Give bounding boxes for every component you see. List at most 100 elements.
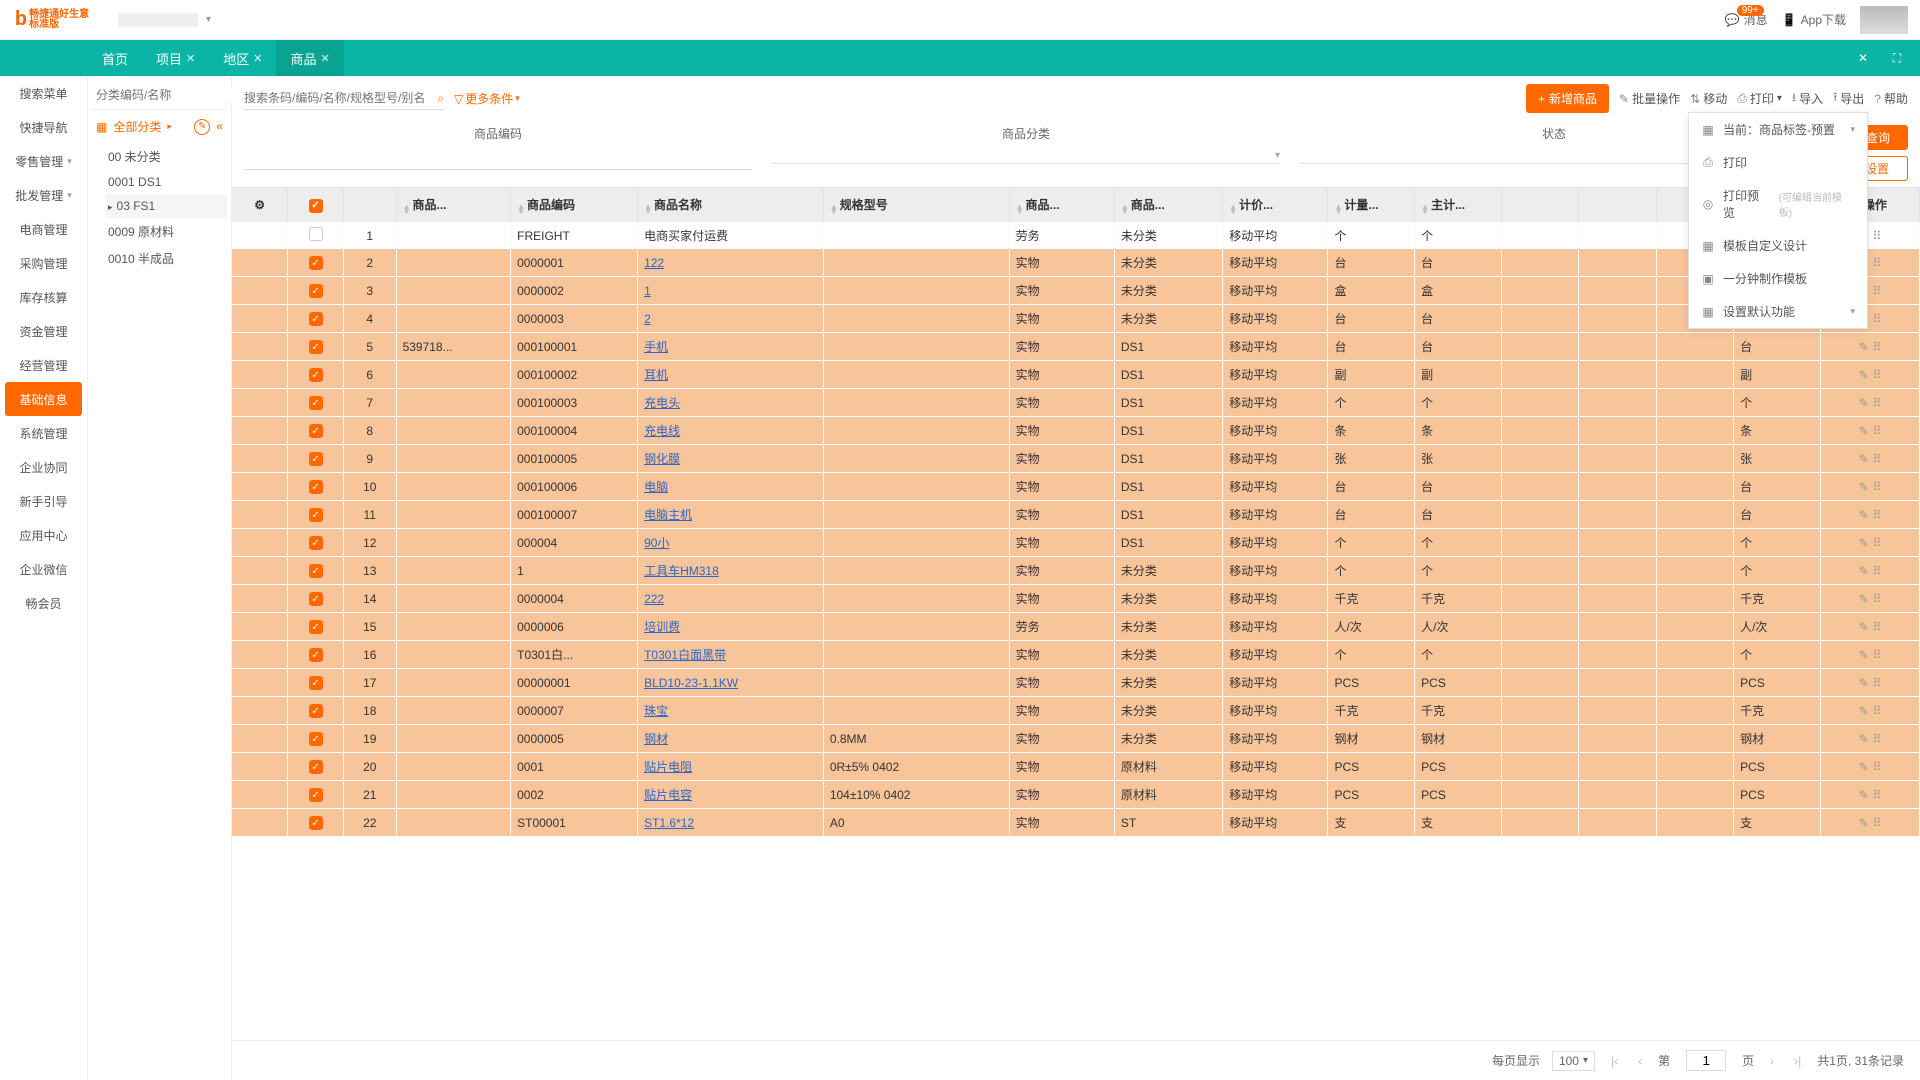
table-row[interactable]: ✓400000032实物未分类移动平均台台台✎⠿ — [232, 305, 1920, 333]
row-more-icon[interactable]: ⠿ — [1873, 788, 1882, 802]
row-checkbox[interactable]: ✓ — [309, 312, 323, 326]
table-row[interactable]: ✓10000100006电脑实物DS1移动平均台台台✎⠿ — [232, 473, 1920, 501]
row-more-icon[interactable]: ⠿ — [1873, 760, 1882, 774]
sort-icon[interactable]: ▲▼ — [830, 204, 838, 214]
sidebar-item-资金管理[interactable]: 资金管理 — [0, 314, 87, 348]
row-checkbox[interactable]: ✓ — [309, 536, 323, 550]
table-row[interactable]: ✓200001贴片电阻0R±5% 0402实物原材料移动平均PCSPCSPCS✎… — [232, 753, 1920, 781]
first-page-button[interactable]: |‹ — [1607, 1054, 1622, 1068]
row-checkbox[interactable]: ✓ — [309, 396, 323, 410]
category-item[interactable]: 0010 半成品 — [106, 245, 227, 272]
row-checkbox[interactable]: ✓ — [309, 424, 323, 438]
table-row[interactable]: ✓1700000001BLD10-23-1.1KW实物未分类移动平均PCSPCS… — [232, 669, 1920, 697]
add-product-button[interactable]: + 新增商品 — [1526, 84, 1609, 113]
messages-button[interactable]: 💬 消息 99+ — [1725, 11, 1768, 28]
tab-项目[interactable]: 项目✕ — [142, 40, 209, 76]
column-header[interactable]: ▲▼商品... — [1114, 188, 1222, 222]
dd-current-template[interactable]: ▦当前：商品标签-预置 ▾ — [1689, 113, 1867, 146]
print-button[interactable]: ⎙打印▾ — [1737, 90, 1782, 107]
per-page-select[interactable]: 100▾ — [1552, 1051, 1595, 1071]
sidebar-item-企业微信[interactable]: 企业微信 — [0, 552, 87, 586]
row-checkbox[interactable]: ✓ — [309, 816, 323, 830]
sidebar-item-快捷导航[interactable]: 快捷导航 — [0, 110, 87, 144]
product-name-link[interactable]: 贴片电阻 — [644, 760, 692, 774]
product-name-link[interactable]: 122 — [644, 256, 664, 270]
row-checkbox[interactable]: ✓ — [309, 452, 323, 466]
row-edit-icon[interactable]: ✎ — [1858, 760, 1868, 774]
sort-icon[interactable]: ▲▼ — [1421, 204, 1429, 214]
sidebar-item-畅会员[interactable]: 畅会员 — [0, 586, 87, 620]
row-more-icon[interactable]: ⠿ — [1873, 229, 1882, 243]
sidebar-item-搜索菜单[interactable]: 搜索菜单 — [0, 76, 87, 110]
row-checkbox[interactable]: ✓ — [309, 676, 323, 690]
row-checkbox[interactable]: ✓ — [309, 508, 323, 522]
row-checkbox[interactable]: ✓ — [309, 480, 323, 494]
table-row[interactable]: ✓1200000490小实物DS1移动平均个个个✎⠿ — [232, 529, 1920, 557]
row-more-icon[interactable]: ⠿ — [1873, 732, 1882, 746]
row-checkbox[interactable]: ✓ — [309, 648, 323, 662]
product-name-link[interactable]: 充电头 — [644, 396, 680, 410]
product-name-link[interactable]: 钢材 — [644, 732, 668, 746]
close-icon[interactable]: ✕ — [253, 52, 262, 65]
fullscreen-icon[interactable]: ⛶ — [1886, 47, 1908, 69]
move-button[interactable]: ⇅移动 — [1690, 90, 1727, 107]
row-edit-icon[interactable]: ✎ — [1858, 816, 1868, 830]
row-more-icon[interactable]: ⠿ — [1873, 648, 1882, 662]
sort-icon[interactable]: ▲▼ — [517, 204, 525, 214]
row-more-icon[interactable]: ⠿ — [1873, 592, 1882, 606]
close-icon[interactable]: ✕ — [186, 52, 195, 65]
edit-category-icon[interactable]: ✎ — [194, 119, 210, 135]
sidebar-item-系统管理[interactable]: 系统管理 — [0, 416, 87, 450]
table-row[interactable]: ✓190000005钢材0.8MM实物未分类移动平均钢材钢材钢材✎⠿ — [232, 725, 1920, 753]
category-all[interactable]: ▦ 全部分类 ▸ ✎ « — [92, 110, 227, 143]
table-row[interactable]: ✓11000100007电脑主机实物DS1移动平均台台台✎⠿ — [232, 501, 1920, 529]
row-more-icon[interactable]: ⠿ — [1873, 508, 1882, 522]
table-row[interactable]: ✓150000006培训费劳务未分类移动平均人/次人/次人/次✎⠿ — [232, 613, 1920, 641]
sidebar-item-零售管理[interactable]: 零售管理▾ — [0, 144, 87, 178]
category-search-input[interactable] — [96, 88, 251, 102]
sidebar-item-企业协同[interactable]: 企业协同 — [0, 450, 87, 484]
column-header[interactable]: ▲▼商品名称 — [638, 188, 824, 222]
column-header[interactable]: ▲▼商品编码 — [511, 188, 638, 222]
column-header[interactable]: ▲▼规格型号 — [823, 188, 1009, 222]
row-checkbox[interactable]: ✓ — [309, 340, 323, 354]
row-checkbox[interactable]: ✓ — [309, 760, 323, 774]
table-row[interactable]: ✓20000001122实物未分类移动平均台台台✎⠿ — [232, 249, 1920, 277]
filter-code-input[interactable] — [244, 150, 752, 170]
sidebar-item-库存核算[interactable]: 库存核算 — [0, 280, 87, 314]
row-more-icon[interactable]: ⠿ — [1873, 564, 1882, 578]
row-edit-icon[interactable]: ✎ — [1858, 592, 1868, 606]
sidebar-item-基础信息[interactable]: 基础信息 — [5, 382, 82, 416]
row-checkbox[interactable]: ✓ — [309, 284, 323, 298]
row-checkbox[interactable]: ✓ — [309, 732, 323, 746]
category-item[interactable]: 0001 DS1 — [106, 170, 227, 194]
table-row[interactable]: ✓300000021实物未分类移动平均盒盒盒✎⠿ — [232, 277, 1920, 305]
category-item[interactable]: 0009 原材料 — [106, 218, 227, 245]
company-selector[interactable]: ▾ — [118, 13, 211, 27]
next-page-button[interactable]: › — [1766, 1054, 1778, 1068]
table-row[interactable]: ✓5539718...000100001手机实物DS1移动平均台台台✎⠿ — [232, 333, 1920, 361]
row-more-icon[interactable]: ⠿ — [1873, 284, 1882, 298]
search-icon[interactable]: ⌕ — [437, 91, 444, 106]
dd-one-minute[interactable]: ▣一分钟制作模板 — [1689, 262, 1867, 295]
close-icon[interactable]: ✕ — [321, 52, 330, 65]
sidebar-item-经营管理[interactable]: 经营管理 — [0, 348, 87, 382]
row-more-icon[interactable]: ⠿ — [1873, 368, 1882, 382]
row-edit-icon[interactable]: ✎ — [1858, 788, 1868, 802]
column-header[interactable]: ▲▼主计... — [1415, 188, 1502, 222]
table-row[interactable]: ✓16T0301白...T0301白面黑带实物未分类移动平均个个个✎⠿ — [232, 641, 1920, 669]
row-checkbox[interactable]: ✓ — [309, 256, 323, 270]
sort-icon[interactable]: ▲▼ — [644, 204, 652, 214]
filter-category-select[interactable]: ▾ — [772, 150, 1280, 164]
last-page-button[interactable]: ›| — [1790, 1054, 1805, 1068]
product-name-link[interactable]: ST1.6*12 — [644, 816, 694, 830]
product-name-link[interactable]: 1 — [644, 284, 651, 298]
column-header[interactable] — [1501, 188, 1578, 222]
row-more-icon[interactable]: ⠿ — [1873, 256, 1882, 270]
product-name-link[interactable]: 2 — [644, 312, 651, 326]
product-name-link[interactable]: 手机 — [644, 340, 668, 354]
collapse-panel-icon[interactable]: « — [216, 119, 223, 135]
main-search[interactable]: ⌕ — [244, 87, 444, 110]
row-more-icon[interactable]: ⠿ — [1873, 676, 1882, 690]
product-name-link[interactable]: 珠宝 — [644, 704, 668, 718]
